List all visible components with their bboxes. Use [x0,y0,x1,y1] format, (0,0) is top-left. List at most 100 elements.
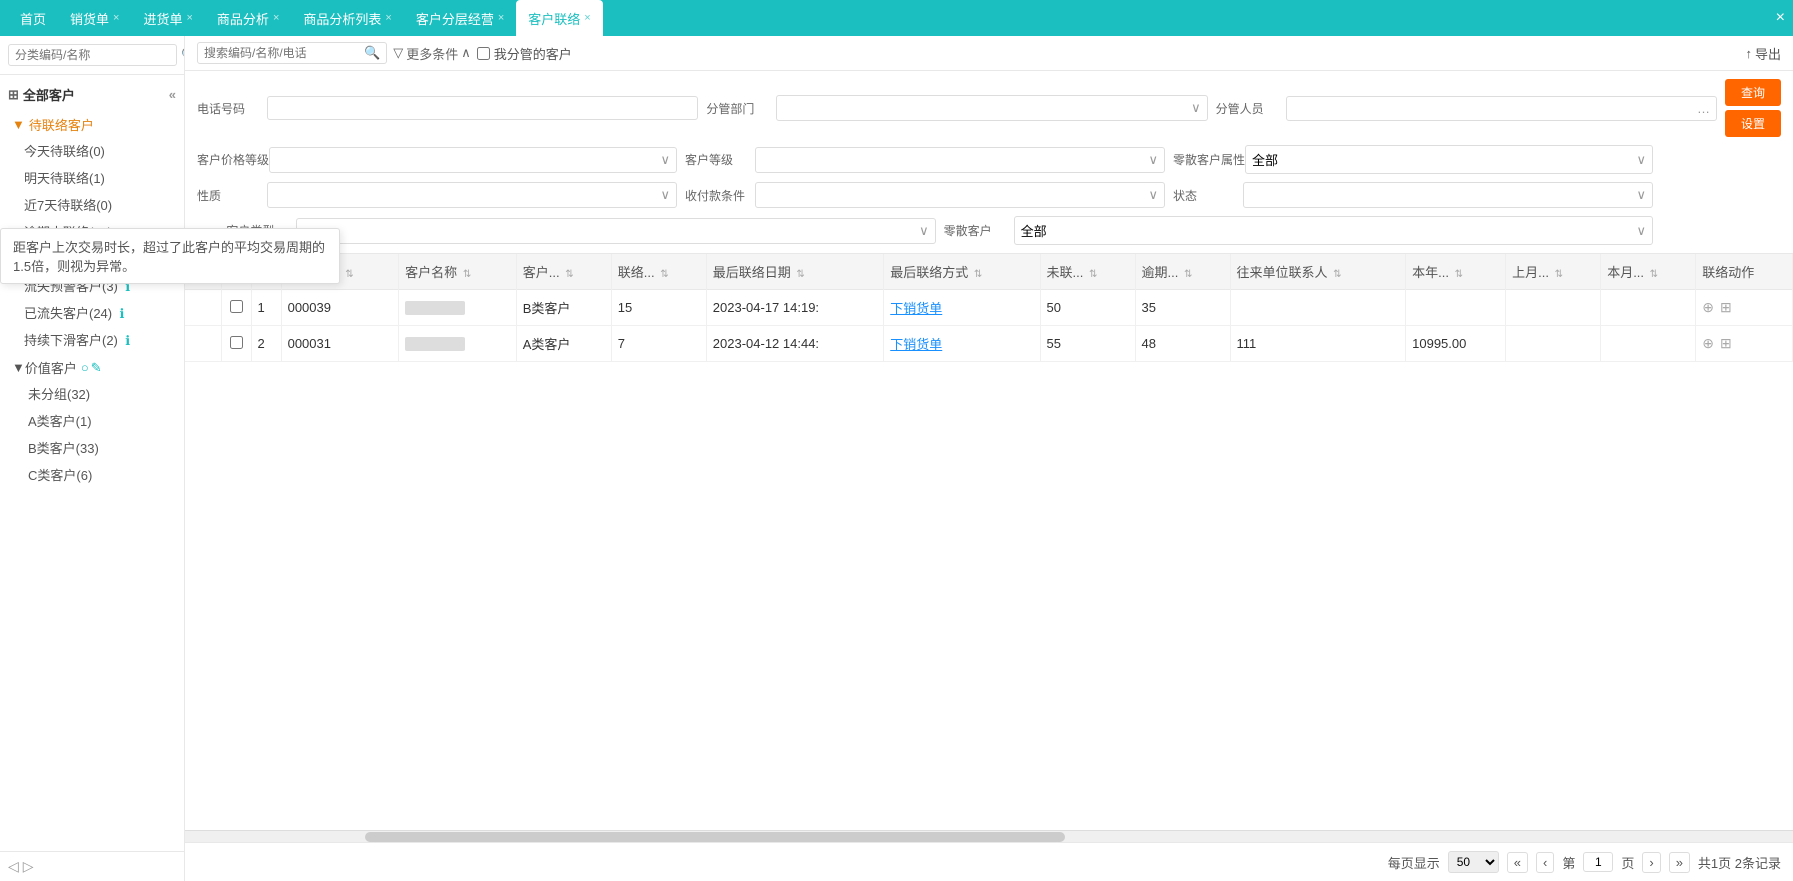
sidebar-next-btn[interactable]: ▷ [23,858,34,875]
first-page-button[interactable]: « [1507,852,1528,873]
page-number-input[interactable] [1583,852,1613,872]
edit-value-icon[interactable]: ○ [81,360,89,375]
payment-select[interactable]: ∨ [755,182,1165,208]
nav-customer-contact[interactable]: 客户联络 × [516,0,602,36]
edit-icon[interactable]: ✎ [91,360,102,376]
row1-checkbox[interactable] [230,300,243,313]
dept-select[interactable]: ∨ [776,95,1207,121]
next-page-button[interactable]: › [1642,852,1660,873]
export-button[interactable]: ↑ 导出 [1745,44,1781,63]
settings-button[interactable]: 设置 [1725,110,1781,137]
row2-grid-icon[interactable]: ⊞ [1720,335,1732,352]
nav-product-analysis-list-close[interactable]: × [385,12,391,24]
sidebar-item-tomorrow-contact[interactable]: 明天待联络(1) [0,164,184,191]
customer-search-icon[interactable]: 🔍 [364,45,380,61]
customer-search-input[interactable] [204,46,364,60]
sort-this-month-icon[interactable]: ⇅ [1650,269,1658,280]
sidebar-item-c-class[interactable]: C类客户(6) [0,461,184,488]
last-page-button[interactable]: » [1669,852,1690,873]
window-close-button[interactable]: × [1776,9,1785,27]
price-level-select[interactable]: ∨ [269,147,677,173]
sidebar-expand-btn[interactable]: ◁ [8,858,19,875]
sort-year-icon[interactable]: ⇅ [1455,269,1463,280]
sidebar-item-b-class[interactable]: B类客户(33) [0,434,184,461]
col-this-month[interactable]: 本月... ⇅ [1601,254,1696,290]
prev-page-button[interactable]: ‹ [1536,852,1554,873]
page-size-select[interactable]: 50 20 100 [1448,851,1499,873]
sidebar-search-input[interactable] [8,44,177,66]
col-contact-person[interactable]: 往来单位联系人 ⇅ [1230,254,1406,290]
row1-code: 000039 [281,290,399,326]
customer-level-select[interactable]: ∨ [755,147,1165,173]
nav-purchase-order-close[interactable]: × [186,12,192,24]
col-type[interactable]: 客户... ⇅ [516,254,611,290]
row1-checkbox-cell [221,290,251,326]
sort-method-icon[interactable]: ⇅ [974,269,982,280]
my-customers-checkbox[interactable] [477,47,490,60]
nav-product-analysis[interactable]: 商品分析 × [205,0,291,36]
sort-person-icon[interactable]: ⇅ [1333,269,1341,280]
row2-index: 2 [251,326,281,362]
col-no-contact[interactable]: 未联... ⇅ [1040,254,1135,290]
row1-last-month [1506,290,1601,326]
sidebar-pending-contact-section[interactable]: ▼ 待联络客户 [0,110,184,137]
sidebar-value-customer-section[interactable]: ▼ 价值客户 ○ ✎ [0,353,184,380]
nav-purchase-order[interactable]: 进货单 × [131,0,204,36]
col-name[interactable]: 客户名称 ⇅ [399,254,517,290]
scroll-thumb[interactable] [365,832,1065,842]
row1-last-contact-method[interactable]: 下销货单 [884,290,1040,326]
row2-type: A类客户 [516,326,611,362]
more-conditions-btn[interactable]: ▽ 更多条件 ∧ [393,44,471,63]
horizontal-scrollbar[interactable] [185,830,1793,842]
sidebar-item-churned[interactable]: 已流失客户(24) ℹ [0,299,184,326]
sort-last-month-icon[interactable]: ⇅ [1555,269,1563,280]
nav-product-analysis-list[interactable]: 商品分析列表 × [291,0,403,36]
info-icon-churned: ℹ [119,306,124,321]
status-select[interactable]: ∨ [1243,182,1653,208]
sort-code-icon[interactable]: ⇅ [345,269,353,280]
row2-code: 000031 [281,326,399,362]
row2-checkbox[interactable] [230,336,243,349]
row2-this-year: 10995.00 [1406,326,1506,362]
sidebar-item-7days-contact[interactable]: 近7天待联络(0) [0,191,184,218]
row1-link-icon[interactable]: ⊕ [1702,299,1714,316]
nav-customer-contact-close[interactable]: × [584,12,590,24]
sidebar-item-today-contact[interactable]: 今天待联络(0) [0,137,184,164]
sidebar-all-customers[interactable]: ⊞ 全部客户 « [0,79,184,110]
sort-contact-icon[interactable]: ⇅ [660,269,668,280]
row2-last-contact-method[interactable]: 下销货单 [884,326,1040,362]
arrow-down-icon-2: ▼ [12,360,25,375]
retail-attr-select[interactable]: 全部 ∨ [1245,145,1653,174]
collapse-icon[interactable]: « [169,87,176,102]
sidebar-item-ungrouped[interactable]: 未分组(32) [0,380,184,407]
query-button[interactable]: 查询 [1725,79,1781,106]
nav-home[interactable]: 首页 [8,0,58,36]
sidebar-item-a-class[interactable]: A类客户(1) [0,407,184,434]
sort-overdue-icon[interactable]: ⇅ [1184,269,1192,280]
sort-date-icon[interactable]: ⇅ [796,269,804,280]
payment-field: 收付款条件 ∨ [685,182,1165,208]
customer-type-select[interactable]: ∨ [296,218,935,244]
retail-customer-select[interactable]: 全部 ∨ [1014,216,1653,245]
sidebar-item-declining[interactable]: 持续下滑客户(2) ℹ [0,326,184,353]
col-this-year[interactable]: 本年... ⇅ [1406,254,1506,290]
nav-sales-order[interactable]: 销货单 × [58,0,131,36]
nav-customer-tier[interactable]: 客户分层经营 × [404,0,516,36]
gender-chevron-icon: ∨ [660,187,670,203]
col-last-contact-date[interactable]: 最后联络日期 ⇅ [706,254,883,290]
phone-input[interactable] [267,96,698,120]
gender-select[interactable]: ∨ [267,182,677,208]
row2-link-icon[interactable]: ⊕ [1702,335,1714,352]
sort-no-contact-icon[interactable]: ⇅ [1089,269,1097,280]
col-contact-count[interactable]: 联络... ⇅ [611,254,706,290]
nav-product-analysis-close[interactable]: × [273,12,279,24]
sort-name-icon[interactable]: ⇅ [463,269,471,280]
col-overdue[interactable]: 逾期... ⇅ [1135,254,1230,290]
row1-grid-icon[interactable]: ⊞ [1720,299,1732,316]
nav-sales-order-close[interactable]: × [113,12,119,24]
sort-type-icon[interactable]: ⇅ [565,269,573,280]
manager-select[interactable]: … [1286,96,1717,121]
nav-customer-tier-close[interactable]: × [498,12,504,24]
col-last-contact-method[interactable]: 最后联络方式 ⇅ [884,254,1040,290]
col-last-month[interactable]: 上月... ⇅ [1506,254,1601,290]
